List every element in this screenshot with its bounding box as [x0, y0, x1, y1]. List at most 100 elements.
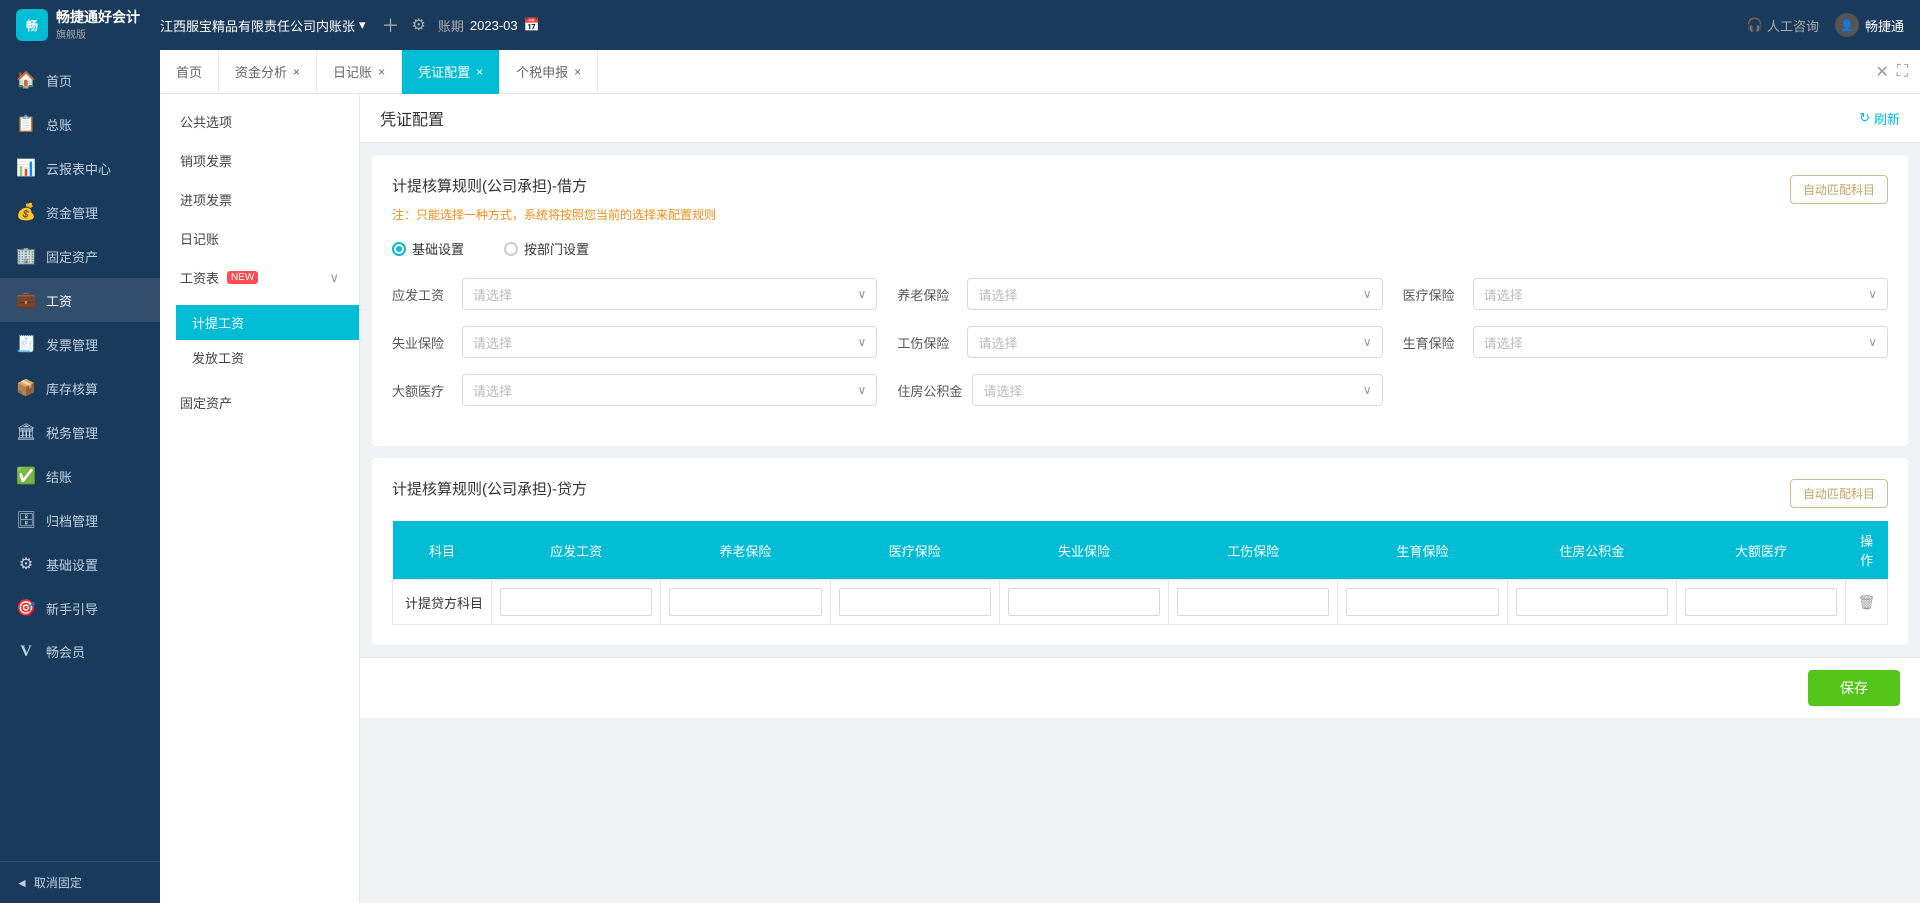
refresh-button[interactable]: ↻ 刷新	[1859, 109, 1900, 128]
calendar-icon[interactable]: 📅	[524, 17, 540, 33]
col-action: 操作	[1846, 521, 1888, 580]
sidebar-item-fund[interactable]: 💰 资金管理	[0, 190, 160, 234]
sidebar-item-salary[interactable]: 💼 工资	[0, 278, 160, 322]
salary-select[interactable]: 请选择 ∨	[462, 278, 877, 310]
report-icon: 📊	[16, 158, 36, 178]
debit-auto-match-button[interactable]: 自动匹配科目	[1790, 175, 1888, 204]
close-tab-voucher-config[interactable]: ×	[476, 65, 483, 79]
cancel-pin-button[interactable]: ◄ 取消固定	[0, 861, 160, 903]
sidebar-label-guide: 新手引导	[46, 599, 98, 618]
topbar-right: 🎧 人工咨询 👤 畅捷通	[1747, 13, 1904, 37]
cell-large-medical-input[interactable]	[1685, 588, 1837, 616]
credit-auto-match-button[interactable]: 自动匹配科目	[1790, 479, 1888, 508]
sidebar-item-report[interactable]: 📊 云报表中心	[0, 146, 160, 190]
maternity-label: 生育保险	[1403, 333, 1463, 352]
housing-fund-arrow-icon: ∨	[1363, 383, 1372, 397]
close-tab-tax-declare[interactable]: ×	[574, 65, 581, 79]
page-title-bar: 凭证配置 ↻ 刷新	[360, 94, 1920, 143]
left-menu-pay-salary[interactable]: 发放工资	[176, 340, 359, 375]
sidebar-item-member[interactable]: V 畅会员	[0, 630, 160, 673]
cell-injury	[1169, 580, 1338, 625]
left-menu-public[interactable]: 公共选项	[160, 102, 359, 141]
radio-dept-indicator	[504, 242, 518, 256]
close-tab-fund-analysis[interactable]: ×	[293, 65, 300, 79]
close-all-tabs-icon[interactable]: ✕	[1875, 62, 1888, 82]
maternity-placeholder: 请选择	[1484, 333, 1523, 352]
left-menu-sales-invoice[interactable]: 销项发票	[160, 141, 359, 180]
user-menu[interactable]: 👤 畅捷通	[1835, 13, 1904, 37]
radio-dept-setting[interactable]: 按部门设置	[504, 239, 589, 258]
cell-delete: 🗑	[1846, 580, 1888, 625]
large-medical-select[interactable]: 请选择 ∨	[462, 374, 877, 406]
tab-journal[interactable]: 日记账 ×	[317, 50, 402, 94]
tab-home[interactable]: 首页	[160, 50, 219, 94]
pension-placeholder: 请选择	[978, 285, 1017, 304]
sidebar-item-asset[interactable]: 🏢 固定资产	[0, 234, 160, 278]
close-period-icon: ✅	[16, 466, 36, 486]
avatar: 👤	[1835, 13, 1859, 37]
period-value: 2023-03	[470, 18, 518, 33]
left-menu-fixed-assets[interactable]: 固定资产	[160, 383, 359, 422]
tab-bar: 首页 资金分析 × 日记账 × 凭证配置 × 个税申报 × ✕ ⛶	[160, 50, 1920, 94]
tab-fund-analysis-label: 资金分析	[235, 62, 287, 81]
cell-salary-input[interactable]	[500, 588, 652, 616]
archive-icon: 🗄	[16, 510, 36, 530]
cell-injury-input[interactable]	[1177, 588, 1329, 616]
unemployment-placeholder: 请选择	[473, 333, 512, 352]
pension-select[interactable]: 请选择 ∨	[967, 278, 1382, 310]
left-menu-accrue-salary[interactable]: 计提工资	[176, 305, 359, 340]
radio-basic-setting[interactable]: 基础设置	[392, 239, 464, 258]
sidebar-item-invoice[interactable]: 🧾 发票管理	[0, 322, 160, 366]
left-menu-journal[interactable]: 日记账	[160, 219, 359, 258]
refresh-icon: ↻	[1859, 110, 1870, 126]
new-badge: NEW	[227, 271, 258, 284]
maternity-select[interactable]: 请选择 ∨	[1473, 326, 1888, 358]
left-menu-purchase-invoice[interactable]: 进项发票	[160, 180, 359, 219]
sidebar-item-ledger[interactable]: 📋 总账	[0, 102, 160, 146]
sidebar-item-inventory[interactable]: 📦 库存核算	[0, 366, 160, 410]
left-menu-payroll-table[interactable]: 工资表 NEW ∨	[160, 258, 359, 297]
headset-icon: 🎧	[1747, 17, 1763, 33]
service-button[interactable]: 🎧 人工咨询	[1747, 16, 1819, 35]
tab-voucher-config[interactable]: 凭证配置 ×	[402, 50, 500, 94]
salary-arrow-icon: ∨	[858, 287, 867, 301]
medical-select[interactable]: 请选择 ∨	[1473, 278, 1888, 310]
pension-label: 养老保险	[897, 285, 957, 304]
gear-icon[interactable]: ⚙	[412, 15, 426, 35]
col-medical: 医疗保险	[830, 521, 999, 580]
close-tab-journal[interactable]: ×	[378, 65, 385, 79]
delete-row-button[interactable]: 🗑	[1858, 594, 1876, 610]
unemployment-select[interactable]: 请选择 ∨	[462, 326, 877, 358]
cell-housing-input[interactable]	[1516, 588, 1668, 616]
sidebar-item-home[interactable]: 🏠 首页	[0, 58, 160, 102]
pension-arrow-icon: ∨	[1363, 287, 1372, 301]
add-icon[interactable]: ＋	[382, 12, 400, 38]
sidebar-item-tax[interactable]: 🏛 税务管理	[0, 410, 160, 454]
injury-select[interactable]: 请选择 ∨	[967, 326, 1382, 358]
housing-fund-placeholder: 请选择	[983, 381, 1022, 400]
fullscreen-icon[interactable]: ⛶	[1897, 63, 1908, 81]
cell-pension-input[interactable]	[669, 588, 821, 616]
sidebar: 🏠 首页 📋 总账 📊 云报表中心 💰 资金管理 🏢 固定资产 💼 工资 🧾 发…	[0, 50, 160, 903]
housing-fund-select[interactable]: 请选择 ∨	[972, 374, 1382, 406]
sidebar-item-archive[interactable]: 🗄 归档管理	[0, 498, 160, 542]
sidebar-item-settings[interactable]: ⚙ 基础设置	[0, 542, 160, 586]
cancel-pin-icon: ◄	[16, 876, 28, 890]
cell-unemployment-input[interactable]	[1008, 588, 1160, 616]
tab-fund-analysis[interactable]: 资金分析 ×	[219, 50, 317, 94]
credit-table-header: 科目 应发工资 养老保险 医疗保险 失业保险 工伤保险 生育保险 住房公积金 大…	[393, 521, 1888, 580]
sidebar-label-home: 首页	[46, 71, 72, 90]
cell-medical-input[interactable]	[839, 588, 991, 616]
sidebar-item-guide[interactable]: 🎯 新手引导	[0, 586, 160, 630]
save-button[interactable]: 保存	[1808, 670, 1900, 706]
cell-pension	[661, 580, 830, 625]
sidebar-label-inventory: 库存核算	[46, 379, 98, 398]
sidebar-label-archive: 归档管理	[46, 511, 98, 530]
tab-bar-actions: ✕ ⛶	[1863, 62, 1920, 82]
company-selector[interactable]: 江西服宝精品有限责任公司内账张 ▾	[160, 16, 366, 35]
sidebar-item-close[interactable]: ✅ 结账	[0, 454, 160, 498]
cell-maternity-input[interactable]	[1346, 588, 1498, 616]
tab-tax-declare[interactable]: 个税申报 ×	[500, 50, 598, 94]
fund-icon: 💰	[16, 202, 36, 222]
sidebar-label-invoice: 发票管理	[46, 335, 98, 354]
